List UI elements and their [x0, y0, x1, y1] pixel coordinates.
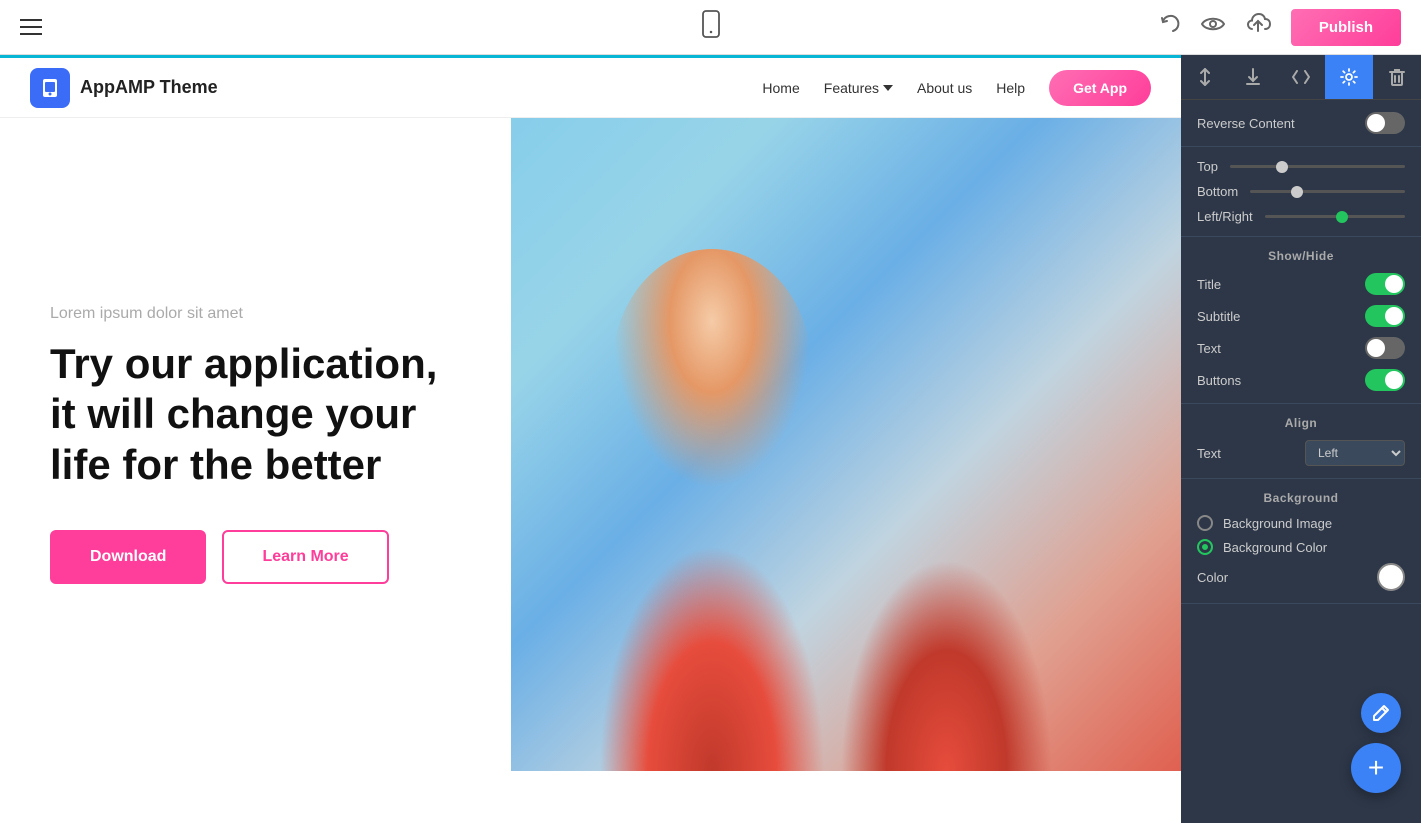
site-nav: AppAMP Theme Home Features About us Help… [0, 58, 1181, 118]
learn-more-button[interactable]: Learn More [222, 530, 388, 584]
reverse-content-row: Reverse Content [1197, 112, 1405, 134]
padding-section: Top Bottom Left/Right [1181, 147, 1421, 237]
bottom-row: Bottom [1197, 184, 1405, 199]
bottom-label: Bottom [1197, 184, 1238, 199]
background-color-radio[interactable] [1197, 539, 1213, 555]
background-color-row: Background Color [1197, 539, 1405, 555]
nav-link-features[interactable]: Features [824, 80, 893, 96]
color-row: Color [1197, 563, 1405, 591]
get-app-button[interactable]: Get App [1049, 70, 1151, 106]
align-text-row: Text Left Center Right [1197, 440, 1405, 466]
nav-link-about[interactable]: About us [917, 80, 972, 96]
download-button[interactable]: Download [50, 530, 206, 584]
text-toggle[interactable] [1365, 337, 1405, 359]
subtitle-label: Subtitle [1197, 309, 1240, 324]
panel-tool-settings[interactable] [1325, 55, 1373, 99]
hero-title: Try our application, it will change your… [50, 339, 461, 490]
undo-icon[interactable] [1159, 13, 1181, 41]
reverse-content-section: Reverse Content [1181, 100, 1421, 147]
main-area: AppAMP Theme Home Features About us Help… [0, 55, 1421, 823]
phone-icon[interactable] [699, 10, 723, 44]
align-text-label: Text [1197, 446, 1221, 461]
panel-tool-code[interactable] [1277, 55, 1325, 99]
title-toggle[interactable] [1365, 273, 1405, 295]
site-logo: AppAMP Theme [30, 68, 218, 108]
panel-tool-delete[interactable] [1373, 55, 1421, 99]
text-row: Text [1197, 337, 1405, 359]
hero-image [511, 118, 1181, 771]
topbar-left [20, 19, 42, 35]
hero-right [511, 118, 1181, 771]
top-label: Top [1197, 159, 1218, 174]
nav-link-home[interactable]: Home [762, 80, 799, 96]
title-row: Title [1197, 273, 1405, 295]
reverse-content-label: Reverse Content [1197, 116, 1295, 131]
top-slider[interactable] [1230, 165, 1405, 168]
top-row: Top [1197, 159, 1405, 174]
hero-buttons: Download Learn More [50, 530, 461, 584]
subtitle-toggle[interactable] [1365, 305, 1405, 327]
cloud-upload-icon[interactable] [1245, 13, 1271, 41]
show-hide-section: Show/Hide Title Subtitle Text Bu [1181, 237, 1421, 404]
title-label: Title [1197, 277, 1221, 292]
background-image-radio[interactable] [1197, 515, 1213, 531]
topbar-center [699, 10, 723, 44]
left-right-row: Left/Right [1197, 209, 1405, 224]
align-select[interactable]: Left Center Right [1305, 440, 1405, 466]
nav-link-help[interactable]: Help [996, 80, 1025, 96]
buttons-label: Buttons [1197, 373, 1241, 388]
canvas: AppAMP Theme Home Features About us Help… [0, 55, 1181, 823]
buttons-row: Buttons [1197, 369, 1405, 391]
background-image-row: Background Image [1197, 515, 1405, 531]
panel-tool-download[interactable] [1229, 55, 1277, 99]
background-section: Background Background Image Background C… [1181, 479, 1421, 604]
text-label: Text [1197, 341, 1221, 356]
background-color-label: Background Color [1223, 540, 1327, 555]
site-nav-links: Home Features About us Help Get App [762, 70, 1151, 106]
show-hide-title: Show/Hide [1197, 249, 1405, 263]
align-section: Align Text Left Center Right [1181, 404, 1421, 479]
color-label: Color [1197, 570, 1228, 585]
logo-icon [30, 68, 70, 108]
left-right-label: Left/Right [1197, 209, 1253, 224]
hamburger-icon[interactable] [20, 19, 42, 35]
hero-section: Lorem ipsum dolor sit amet Try our appli… [0, 118, 1181, 771]
topbar: Publish [0, 0, 1421, 55]
publish-button[interactable]: Publish [1291, 9, 1401, 46]
logo-text: AppAMP Theme [80, 77, 218, 98]
background-image-label: Background Image [1223, 516, 1332, 531]
bottom-slider[interactable] [1250, 190, 1405, 193]
topbar-right: Publish [1159, 9, 1401, 46]
reverse-content-toggle[interactable] [1365, 112, 1405, 134]
eye-icon[interactable] [1201, 13, 1225, 41]
hero-subtitle: Lorem ipsum dolor sit amet [50, 305, 461, 323]
hero-left: Lorem ipsum dolor sit amet Try our appli… [0, 118, 511, 771]
buttons-toggle[interactable] [1365, 369, 1405, 391]
panel-toolbar [1181, 55, 1421, 100]
color-swatch[interactable] [1377, 563, 1405, 591]
subtitle-row: Subtitle [1197, 305, 1405, 327]
background-title: Background [1197, 491, 1405, 505]
panel-tool-sort[interactable] [1181, 55, 1229, 99]
left-right-slider[interactable] [1265, 215, 1405, 218]
align-title: Align [1197, 416, 1405, 430]
pencil-button[interactable] [1361, 693, 1401, 733]
add-button[interactable]: + [1351, 743, 1401, 793]
